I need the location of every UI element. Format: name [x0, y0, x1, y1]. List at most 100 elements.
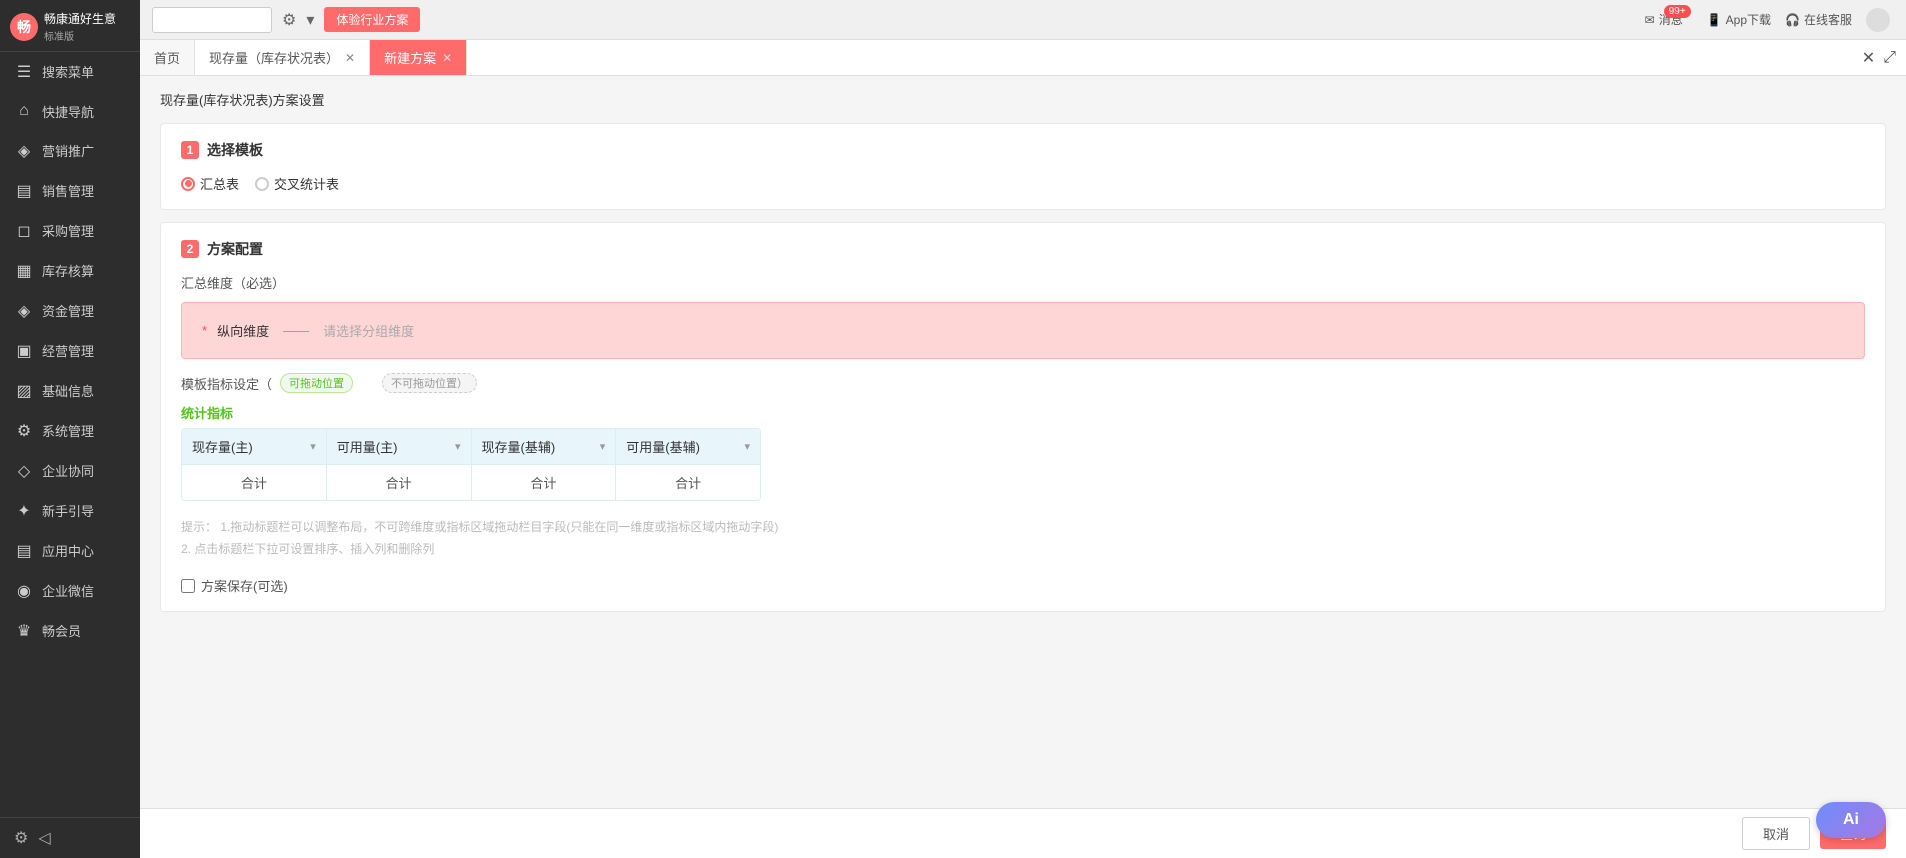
stats-col-2[interactable]: 现存量(基辅) ▾ [472, 429, 617, 464]
stats-cell-0-0: 合计 [182, 465, 327, 500]
volume-icon[interactable]: ◁ [38, 828, 50, 848]
col-dropdown-3[interactable]: ▾ [744, 440, 750, 453]
sidebar-footer: ⚙ ◁ [0, 817, 140, 858]
online-service-btn[interactable]: 🎧 在线客服 [1785, 11, 1852, 28]
sidebar-item-operations[interactable]: ▣ 经营管理 [0, 331, 140, 371]
stats-col-3[interactable]: 可用量(基辅) ▾ [616, 429, 760, 464]
sidebar-item-label: 快捷导航 [42, 102, 94, 121]
topbar-right: ✉ 消息 99+ 📱 App下载 🎧 在线客服 [1645, 8, 1894, 32]
stats-col-1[interactable]: 可用量(主) ▾ [327, 429, 472, 464]
stats-col-label-0: 现存量(主) [192, 437, 253, 456]
settings-icon[interactable]: ⚙ [14, 828, 28, 848]
logo-icon: 畅 [10, 13, 38, 41]
sidebar-item-label: 搜索菜单 [42, 62, 94, 81]
user-profile[interactable] [1866, 8, 1894, 32]
app-download-btn[interactable]: 📱 App下载 [1707, 11, 1771, 28]
aggregate-label: 汇总维度（必选） [181, 273, 1865, 292]
tab-new-plan-close[interactable]: ✕ [442, 51, 452, 65]
col-dropdown-0[interactable]: ▾ [310, 440, 316, 453]
gear-icon[interactable]: ⚙ [282, 10, 296, 30]
sidebar-item-basic-info[interactable]: ▨ 基础信息 [0, 371, 140, 411]
sidebar-nav: ☰ 搜索菜单 ⌂ 快捷导航 ◈ 营销推广 ▤ 销售管理 ◻ 采购管理 ▦ 库存核… [0, 52, 140, 817]
guide-icon: ✦ [14, 501, 34, 521]
logo-sub: 标准版 [44, 28, 116, 43]
footer-bar: 取消 查询 [140, 808, 1906, 858]
member-icon: ♛ [14, 621, 34, 641]
tab-inventory-close[interactable]: ✕ [345, 51, 355, 65]
topbar: ⚙ ▾ 体验行业方案 ✉ 消息 99+ 📱 App下载 🎧 在线客服 [140, 0, 1906, 40]
sidebar-item-label: 新手引导 [42, 501, 94, 520]
marketing-icon: ◈ [14, 141, 34, 161]
app-label: App下载 [1726, 11, 1771, 28]
basic-info-icon: ▨ [14, 381, 34, 401]
ai-fab[interactable]: Ai [1816, 802, 1886, 838]
sidebar-item-search-menu[interactable]: ☰ 搜索菜单 [0, 52, 140, 92]
sidebar-item-enterprise[interactable]: ◇ 企业协同 [0, 451, 140, 491]
save-label: 方案保存(可选) [201, 576, 288, 595]
sidebar-item-system[interactable]: ⚙ 系统管理 [0, 411, 140, 451]
col-dropdown-1[interactable]: ▾ [455, 440, 461, 453]
sidebar-item-guide[interactable]: ✦ 新手引导 [0, 491, 140, 531]
save-row: 方案保存(可选) [181, 576, 1865, 595]
sidebar-item-quick-nav[interactable]: ⌂ 快捷导航 [0, 92, 140, 131]
sidebar-item-label: 经营管理 [42, 341, 94, 360]
operations-icon: ▣ [14, 341, 34, 361]
sidebar-item-member[interactable]: ♛ 畅会员 [0, 611, 140, 651]
window-expand-icon[interactable]: ⤢ [1883, 49, 1896, 67]
radio-summary[interactable]: 汇总表 [181, 174, 239, 193]
stats-cell-0-2: 合计 [472, 465, 617, 500]
sidebar-item-marketing[interactable]: ◈ 营销推广 [0, 131, 140, 171]
message-btn[interactable]: ✉ 消息 99+ [1645, 11, 1683, 28]
cancel-button[interactable]: 取消 [1742, 817, 1810, 850]
tab-inventory-status[interactable]: 现存量（库存状况表） ✕ [195, 40, 370, 75]
stats-col-0[interactable]: 现存量(主) ▾ [182, 429, 327, 464]
draggable-tag: 可拖动位置 [280, 373, 353, 393]
sidebar-item-purchase[interactable]: ◻ 采购管理 [0, 211, 140, 251]
sidebar-item-finance[interactable]: ◈ 资金管理 [0, 291, 140, 331]
radio-cross[interactable]: 交叉统计表 [255, 174, 339, 193]
stats-col-label-2: 现存量(基辅) [482, 437, 556, 456]
system-icon: ⚙ [14, 421, 34, 441]
tab-home[interactable]: 首页 [140, 40, 195, 75]
col-dropdown-2[interactable]: ▾ [600, 440, 606, 453]
sidebar-item-inventory[interactable]: ▦ 库存核算 [0, 251, 140, 291]
radio-cross-label: 交叉统计表 [274, 174, 339, 193]
stats-header-row: 现存量(主) ▾ 可用量(主) ▾ 现存量(基辅) ▾ 可用量(基辅) [182, 429, 760, 464]
dimension-placeholder[interactable]: 请选择分组维度 [323, 321, 414, 340]
radio-summary-label: 汇总表 [200, 174, 239, 193]
dimension-row: * 纵向维度 —— 请选择分组维度 [181, 302, 1865, 359]
step1-card: 1 选择模板 汇总表 交叉统计表 [160, 123, 1886, 210]
stats-col-label-3: 可用量(基辅) [626, 437, 700, 456]
sidebar-item-app-center[interactable]: ▤ 应用中心 [0, 531, 140, 571]
indicator-label: 模板指标设定（ 可拖动位置 不可拖动位置） [181, 373, 477, 393]
enterprise-icon: ◇ [14, 461, 34, 481]
industry-btn[interactable]: 体验行业方案 [324, 7, 420, 32]
dropdown-icon[interactable]: ▾ [306, 10, 314, 30]
app-logo: 畅 畅康通好生意 标准版 [0, 0, 140, 52]
stats-title: 统计指标 [181, 403, 1865, 422]
step2-title: 方案配置 [207, 239, 263, 259]
sidebar-item-label: 销售管理 [42, 181, 94, 200]
indicator-settings: 模板指标设定（ 可拖动位置 不可拖动位置） [181, 373, 1865, 393]
search-input[interactable] [152, 7, 272, 33]
required-mark: * [202, 323, 207, 338]
stats-cell-0-3: 合计 [616, 465, 760, 500]
tab-new-plan[interactable]: 新建方案 ✕ [370, 40, 467, 75]
sidebar-item-sales[interactable]: ▤ 销售管理 [0, 171, 140, 211]
headset-icon: 🎧 [1785, 13, 1800, 27]
sidebar-item-label: 资金管理 [42, 301, 94, 320]
sidebar-item-label: 采购管理 [42, 221, 94, 240]
sidebar-item-wechat[interactable]: ◉ 企业微信 [0, 571, 140, 611]
quick-nav-icon: ⌂ [14, 102, 34, 120]
stats-col-label-1: 可用量(主) [337, 437, 398, 456]
sidebar-item-label: 库存核算 [42, 261, 94, 280]
step2-num: 2 [181, 240, 199, 258]
step2-card: 2 方案配置 汇总维度（必选） * 纵向维度 —— 请选择分组维度 模板指标设定… [160, 222, 1886, 612]
save-checkbox[interactable] [181, 579, 195, 593]
app-center-icon: ▤ [14, 541, 34, 561]
window-close-icon[interactable]: ✕ [1862, 48, 1875, 68]
indicator-separator [361, 374, 374, 393]
logo-text: 畅康通好生意 [44, 12, 116, 28]
step2-label: 2 方案配置 [181, 239, 1865, 259]
sidebar-item-label: 企业微信 [42, 581, 94, 600]
